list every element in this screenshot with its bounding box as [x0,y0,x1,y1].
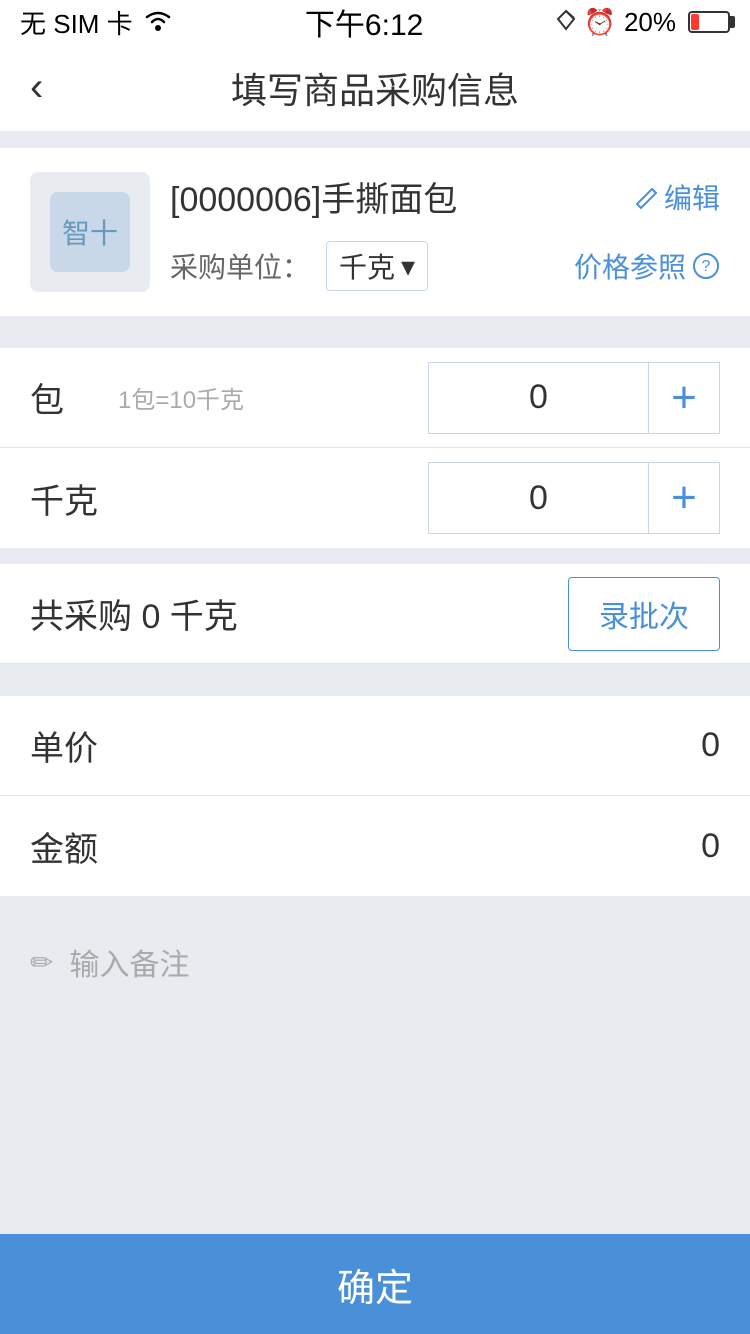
batch-button[interactable]: 录批次 [568,577,720,651]
page-title: 填写商品采购信息 [231,62,519,114]
kg-label: 千克 [30,474,110,523]
product-thumbnail: 智十 [30,172,150,292]
price-section: 单价 0 金额 0 [0,696,750,896]
price-reference-link[interactable]: 价格参照 ? [574,246,720,286]
product-card: 智十 [0000006]手撕面包 编辑 采购单位： 千克 ▾ 价格参照 ? [0,148,750,316]
bag-row: 包 1包=10千克 + [0,348,750,448]
amount-row: 金额 0 [0,796,750,896]
bag-label: 包 [30,373,110,422]
wifi-icon [143,7,173,38]
unit-price-label: 单价 [30,721,98,770]
unit-price-value: 0 [701,726,720,765]
sim-label: 无 SIM 卡 [20,4,133,41]
bag-plus-button[interactable]: + [648,362,720,434]
section-divider-3 [0,664,750,680]
bag-quantity-input[interactable] [428,362,648,434]
status-time: 下午6:12 [305,0,423,44]
product-logo: 智十 [50,192,130,272]
amount-label: 金额 [30,822,98,871]
remark-section[interactable]: ✏ 输入备注 [0,912,750,1012]
kg-row: 千克 + [0,448,750,548]
nav-bar: ‹ 填写商品采购信息 [0,44,750,132]
back-button[interactable]: ‹ [20,55,53,120]
svg-text:?: ? [702,258,711,275]
status-right: ⏰ 20% [556,7,730,38]
bag-sublabel: 1包=10千克 [118,380,244,415]
summary-section: 共采购 0 千克 录批次 [0,564,750,664]
alarm-icon: ⏰ [584,7,616,38]
unit-price-row: 单价 0 [0,696,750,796]
section-divider-2 [0,316,750,332]
summary-text: 共采购 0 千克 [30,589,238,638]
product-name-row: [0000006]手撕面包 编辑 [170,172,720,221]
product-info: [0000006]手撕面包 编辑 采购单位： 千克 ▾ 价格参照 ? [170,172,720,291]
location-icon [556,7,576,38]
confirm-button[interactable]: 确定 [0,1234,750,1334]
edit-link[interactable]: 编辑 [634,177,720,217]
bag-input-area: + [428,362,720,434]
battery-icon [688,11,730,33]
pencil-icon: ✏ [30,946,53,979]
unit-select[interactable]: 千克 ▾ [326,241,428,291]
confirm-button-label: 确定 [337,1257,413,1312]
section-divider-top [0,132,750,148]
status-left: 无 SIM 卡 [20,4,173,41]
kg-input-area: + [428,462,720,534]
kg-quantity-input[interactable] [428,462,648,534]
status-bar: 无 SIM 卡 下午6:12 ⏰ 20% [0,0,750,44]
amount-value: 0 [701,827,720,866]
battery-percent: 20% [624,7,676,38]
quantity-form: 包 1包=10千克 + 千克 + [0,348,750,548]
kg-plus-button[interactable]: + [648,462,720,534]
chevron-down-icon: ▾ [401,250,415,283]
unit-row: 采购单位： 千克 ▾ 价格参照 ? [170,241,720,291]
summary-row: 共采购 0 千克 录批次 [0,564,750,664]
product-name: [0000006]手撕面包 [170,172,457,221]
remark-placeholder: 输入备注 [69,940,189,984]
unit-label: 采购单位： [170,246,310,286]
